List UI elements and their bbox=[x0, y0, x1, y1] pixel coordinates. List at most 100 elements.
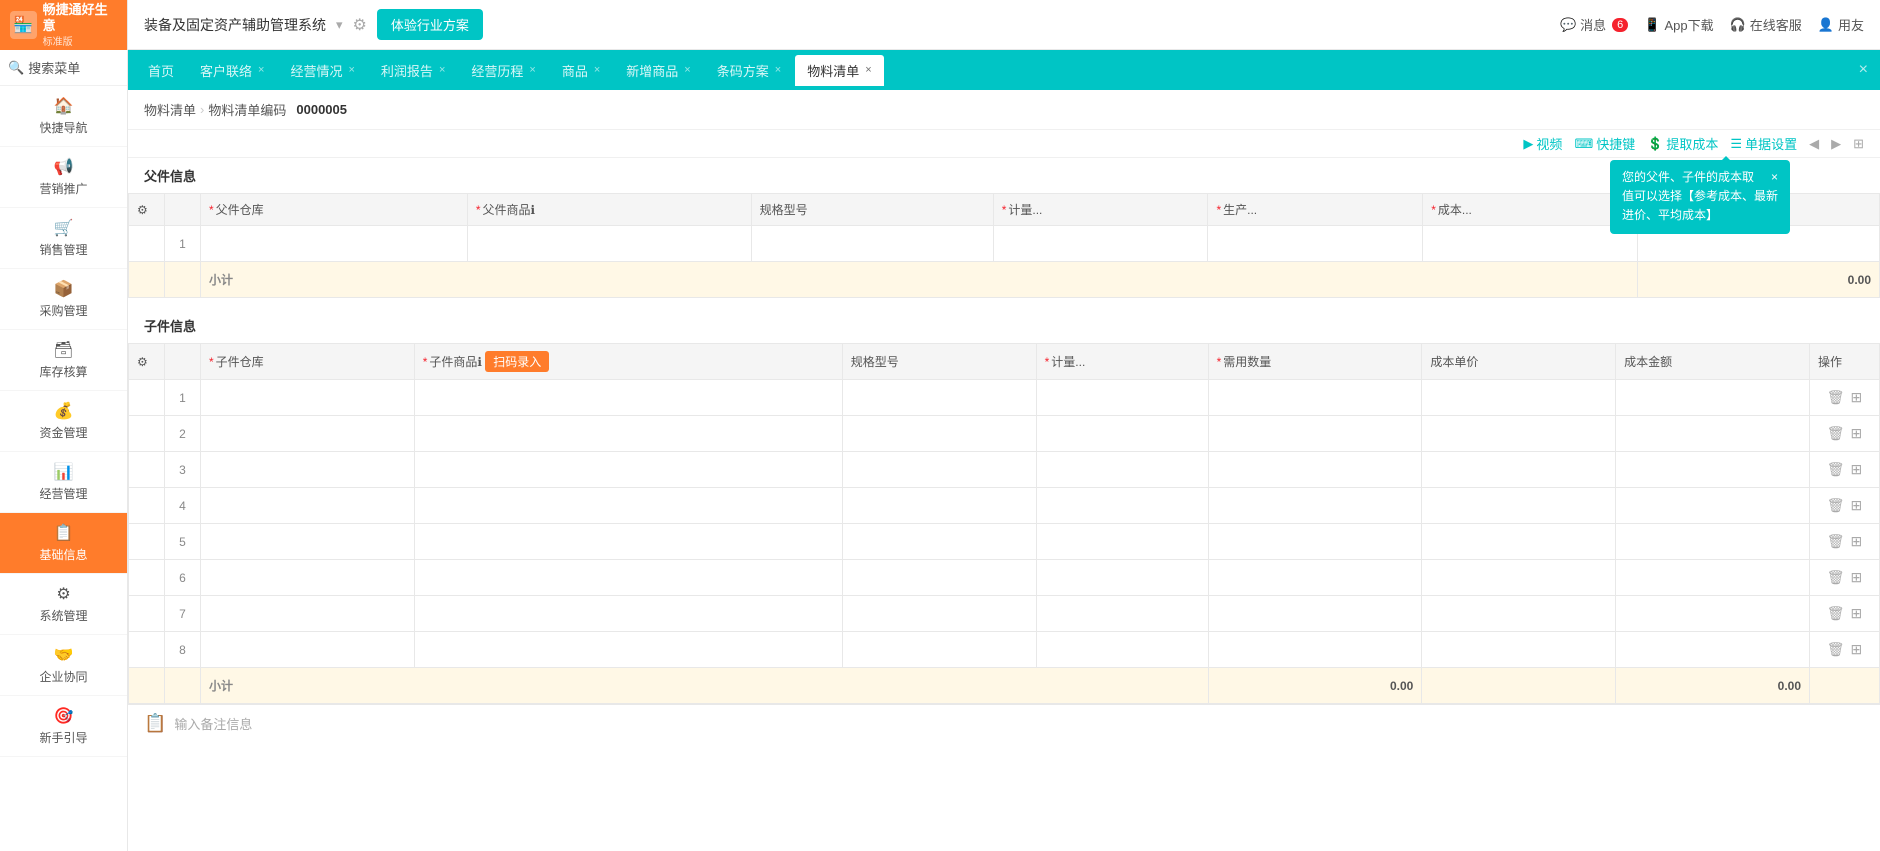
parent-row-1-unit[interactable] bbox=[993, 226, 1208, 262]
child-row-2-unit-cost[interactable] bbox=[1422, 416, 1616, 452]
delete-icon-4[interactable]: 🗑 bbox=[1827, 497, 1845, 514]
child-row-2-spec[interactable] bbox=[842, 416, 1036, 452]
breadcrumb-item-bom-list[interactable]: 物料清单 bbox=[144, 100, 196, 119]
child-col-spec: 规格型号 bbox=[842, 344, 1036, 380]
tab-new-goods-close[interactable]: × bbox=[684, 64, 690, 76]
tab-home[interactable]: 首页 bbox=[136, 55, 186, 86]
system-title: 装备及固定资产辅助管理系统 bbox=[144, 15, 326, 35]
toolbar-nav-prev[interactable]: ◀ bbox=[1809, 136, 1819, 152]
copy-icon-5[interactable]: ⊞ bbox=[1851, 533, 1863, 550]
delete-icon-5[interactable]: 🗑 bbox=[1827, 533, 1845, 550]
trial-btn[interactable]: 体验行业方案 bbox=[377, 9, 483, 40]
scan-btn[interactable]: 扫码录入 bbox=[485, 351, 549, 372]
copy-icon-1[interactable]: ⊞ bbox=[1851, 389, 1863, 406]
child-col-settings[interactable]: ⚙ bbox=[129, 344, 165, 380]
child-row-1-unit-cost[interactable] bbox=[1422, 380, 1616, 416]
sidebar-item-guide[interactable]: 🎯 新手引导 bbox=[0, 696, 127, 757]
tab-customer[interactable]: 客户联络 × bbox=[188, 55, 276, 86]
tab-profit[interactable]: 利润报告 × bbox=[369, 55, 457, 86]
delete-icon-8[interactable]: 🗑 bbox=[1827, 641, 1845, 658]
copy-icon-7[interactable]: ⊞ bbox=[1851, 605, 1863, 622]
message-badge: 6 bbox=[1612, 18, 1628, 32]
child-row-1-qty[interactable] bbox=[1208, 380, 1422, 416]
sidebar-item-sales[interactable]: 🛒 销售管理 bbox=[0, 208, 127, 269]
tab-new-goods[interactable]: 新增商品 × bbox=[614, 55, 702, 86]
system-title-arrow[interactable]: ▾ bbox=[336, 17, 343, 33]
parent-row-1-warehouse[interactable] bbox=[201, 226, 468, 262]
main-content: 装备及固定资产辅助管理系统 ▾ ⚙ 体验行业方案 💬 消息 6 📱 App下载 … bbox=[128, 0, 1880, 851]
app-download-item[interactable]: 📱 App下载 bbox=[1644, 15, 1713, 34]
child-row-1-amount[interactable] bbox=[1616, 380, 1810, 416]
child-table-wrapper: ⚙ *子件仓库 *子件商品ℹ 扫码录入 规格型号 *计量... *需用数量 成本… bbox=[128, 343, 1880, 704]
child-row-1-spec[interactable] bbox=[842, 380, 1036, 416]
child-row-2-qty[interactable] bbox=[1208, 416, 1422, 452]
tab-profit-close[interactable]: × bbox=[439, 64, 445, 76]
tab-operations-close[interactable]: × bbox=[348, 64, 354, 76]
sidebar-item-purchase[interactable]: 📦 采购管理 bbox=[0, 269, 127, 330]
marketing-icon: 📢 bbox=[54, 157, 74, 177]
parent-row-1-goods[interactable] bbox=[467, 226, 751, 262]
tab-goods-close[interactable]: × bbox=[594, 64, 600, 76]
delete-icon-6[interactable]: 🗑 bbox=[1827, 569, 1845, 586]
delete-icon-2[interactable]: 🗑 bbox=[1827, 425, 1845, 442]
parent-col-warehouse: *父件仓库 bbox=[201, 194, 468, 226]
sidebar-item-inventory[interactable]: 🗃 库存核算 bbox=[0, 330, 127, 391]
tab-bom-close[interactable]: × bbox=[865, 64, 871, 76]
child-row-1-warehouse[interactable] bbox=[201, 380, 415, 416]
sidebar-item-collab[interactable]: 🤝 企业协同 bbox=[0, 635, 127, 696]
tab-operations[interactable]: 经营情况 × bbox=[278, 55, 366, 86]
copy-icon-6[interactable]: ⊞ bbox=[1851, 569, 1863, 586]
tab-barcode-close[interactable]: × bbox=[775, 64, 781, 76]
sidebar-item-finance[interactable]: 💰 资金管理 bbox=[0, 391, 127, 452]
search-menu[interactable]: 🔍 搜索菜单 bbox=[0, 50, 127, 86]
child-row-3: 3 🗑⊞ bbox=[129, 452, 1880, 488]
parent-row-1-cost[interactable] bbox=[1423, 226, 1638, 262]
sidebar-item-basic-info[interactable]: 📋 基础信息 bbox=[0, 513, 127, 574]
tab-history-close[interactable]: × bbox=[529, 64, 535, 76]
tooltip-close-btn[interactable]: × bbox=[1771, 168, 1778, 187]
logo-sub: 标准版 bbox=[43, 33, 117, 48]
sidebar-item-label: 新手引导 bbox=[39, 729, 87, 746]
sidebar-item-system[interactable]: ⚙ 系统管理 bbox=[0, 574, 127, 635]
message-item[interactable]: 💬 消息 6 bbox=[1560, 15, 1628, 34]
tab-history[interactable]: 经营历程 × bbox=[459, 55, 547, 86]
topbar-settings-icon[interactable]: ⚙ bbox=[353, 15, 367, 35]
tab-barcode[interactable]: 条码方案 × bbox=[705, 55, 793, 86]
tab-goods[interactable]: 商品 × bbox=[550, 55, 612, 86]
copy-icon-3[interactable]: ⊞ bbox=[1851, 461, 1863, 478]
copy-icon-8[interactable]: ⊞ bbox=[1851, 641, 1863, 658]
parent-row-1-produce[interactable] bbox=[1208, 226, 1423, 262]
parent-col-settings[interactable]: ⚙ bbox=[129, 194, 165, 226]
copy-icon-4[interactable]: ⊞ bbox=[1851, 497, 1863, 514]
toolbar-cost[interactable]: 💲 提取成本 bbox=[1647, 134, 1718, 153]
child-row-1-unit[interactable] bbox=[1036, 380, 1208, 416]
child-row-1-goods[interactable] bbox=[414, 380, 842, 416]
toolbar-video[interactable]: ▶ 视频 bbox=[1523, 134, 1562, 153]
tab-bom[interactable]: 物料清单 × bbox=[795, 55, 883, 86]
toolbar-single-settings[interactable]: ☰ 单据设置 bbox=[1730, 134, 1797, 153]
delete-icon-1[interactable]: 🗑 bbox=[1827, 389, 1845, 406]
delete-icon-7[interactable]: 🗑 bbox=[1827, 605, 1845, 622]
app-logo: 🏪 畅捷通好生意 标准版 bbox=[0, 0, 127, 50]
parent-row-1-spec[interactable] bbox=[751, 226, 993, 262]
sidebar-item-operations[interactable]: 📊 经营管理 bbox=[0, 452, 127, 513]
cost-icon: 💲 bbox=[1647, 136, 1663, 152]
online-service-item[interactable]: 🎧 在线客服 bbox=[1730, 15, 1802, 34]
copy-icon-2[interactable]: ⊞ bbox=[1851, 425, 1863, 442]
tab-customer-close[interactable]: × bbox=[258, 64, 264, 76]
user-item[interactable]: 👤 用友 bbox=[1818, 15, 1864, 34]
bottom-placeholder[interactable]: 输入备注信息 bbox=[174, 714, 252, 733]
sidebar-item-quick-nav[interactable]: 🏠 快捷导航 bbox=[0, 86, 127, 147]
child-row-2-amount[interactable] bbox=[1616, 416, 1810, 452]
delete-icon-3[interactable]: 🗑 bbox=[1827, 461, 1845, 478]
toolbar-shortcut[interactable]: ⌨ 快捷键 bbox=[1574, 134, 1635, 153]
child-row-2-warehouse[interactable] bbox=[201, 416, 415, 452]
nav-close-all-btn[interactable]: × bbox=[1855, 61, 1872, 79]
toolbar-grid-icon[interactable]: ⊞ bbox=[1853, 136, 1864, 152]
child-row-2-unit[interactable] bbox=[1036, 416, 1208, 452]
bottom-bar: 📋 输入备注信息 bbox=[128, 704, 1880, 742]
sidebar-item-marketing[interactable]: 📢 营销推广 bbox=[0, 147, 127, 208]
child-row-2-goods[interactable] bbox=[414, 416, 842, 452]
tooltip-cost-info: × 您的父件、子件的成本取值可以选择【参考成本、最新进价、平均成本】 bbox=[1610, 160, 1790, 234]
toolbar-nav-next[interactable]: ▶ bbox=[1831, 136, 1841, 152]
